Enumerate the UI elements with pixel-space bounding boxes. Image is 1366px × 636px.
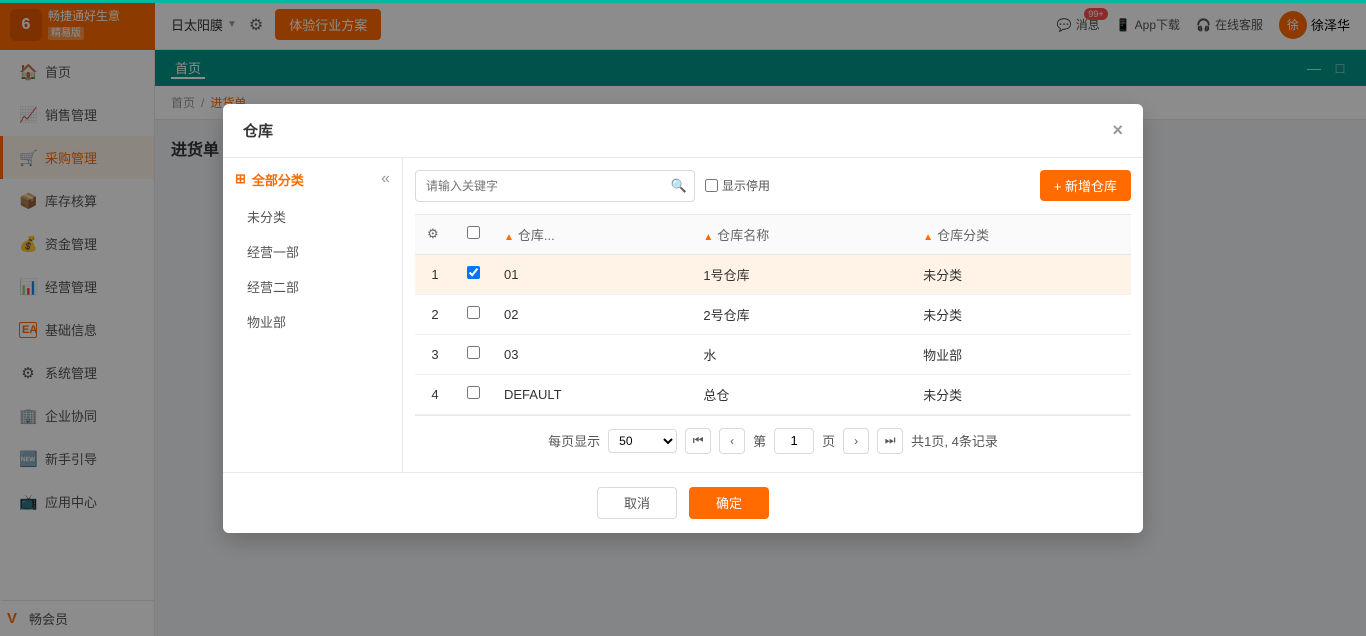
next-page-button[interactable]: › (843, 428, 869, 454)
table-panel: 🔍 显示停用 + 新增仓库 ⚙ (403, 158, 1143, 472)
category-item-unclassified[interactable]: 未分类 (223, 199, 402, 234)
row-check[interactable] (467, 386, 480, 399)
first-page-button[interactable]: ⏮ (685, 428, 711, 454)
modal-body: ⊞ 全部分类 « 未分类 经营一部 经营二部 物业部 🔍 (223, 158, 1143, 472)
category-all-label: 全部分类 (252, 170, 304, 189)
row-code: 03 (492, 334, 691, 374)
table-row[interactable]: 1 01 1号仓库 未分类 (415, 254, 1131, 294)
table-row[interactable]: 2 02 2号仓库 未分类 (415, 294, 1131, 334)
modal-footer: 取消 确定 (223, 472, 1143, 533)
table-scroll-area: ⚙ ▲仓库... ▲仓库名称 (415, 214, 1131, 415)
last-page-button[interactable]: ⏭ (877, 428, 903, 454)
modal-header: 仓库 × (223, 104, 1143, 158)
category-all-item[interactable]: ⊞ 全部分类 (235, 170, 304, 189)
page-unit: 页 (822, 431, 835, 450)
table-row[interactable]: 3 03 水 物业部 (415, 334, 1131, 374)
row-index: 3 (415, 334, 455, 374)
row-check[interactable] (467, 266, 480, 279)
prev-page-button[interactable]: ‹ (719, 428, 745, 454)
page-label: 第 (753, 431, 766, 450)
search-wrap: 🔍 (415, 170, 695, 202)
select-all-checkbox[interactable] (467, 226, 480, 239)
collapse-icon[interactable]: « (381, 170, 390, 188)
row-index: 2 (415, 294, 455, 334)
category-item-ops1[interactable]: 经营一部 (223, 234, 402, 269)
row-index: 1 (415, 254, 455, 294)
sort-icon: ▲ (504, 232, 514, 243)
th-code: ▲仓库... (492, 214, 691, 254)
pagination-bar: 每页显示 50 10 20 100 ⏮ ‹ 第 页 › ⏭ 共1页, 4条记录 (415, 415, 1131, 460)
th-name: ▲仓库名称 (691, 214, 911, 254)
row-code: DEFAULT (492, 374, 691, 414)
row-checkbox[interactable] (455, 334, 492, 374)
warehouse-table: ⚙ ▲仓库... ▲仓库名称 (415, 214, 1131, 415)
sort-icon-cat: ▲ (923, 232, 933, 243)
per-page-label: 每页显示 (548, 431, 600, 450)
show-disabled-label[interactable]: 显示停用 (705, 177, 770, 194)
search-icon[interactable]: 🔍 (671, 178, 687, 194)
sort-icon-name: ▲ (703, 232, 713, 243)
grid-icon: ⊞ (235, 171, 246, 187)
row-category: 未分类 (911, 294, 1131, 334)
row-category: 物业部 (911, 334, 1131, 374)
show-disabled-checkbox[interactable] (705, 179, 718, 192)
close-icon[interactable]: × (1112, 121, 1123, 139)
row-code: 01 (492, 254, 691, 294)
page-number-input[interactable] (774, 428, 814, 454)
row-name: 水 (691, 334, 911, 374)
row-name: 2号仓库 (691, 294, 911, 334)
cancel-button[interactable]: 取消 (597, 487, 677, 519)
category-item-ops2[interactable]: 经营二部 (223, 269, 402, 304)
add-warehouse-button[interactable]: + 新增仓库 (1040, 170, 1131, 201)
row-checkbox[interactable] (455, 294, 492, 334)
row-category: 未分类 (911, 254, 1131, 294)
confirm-button[interactable]: 确定 (689, 487, 769, 519)
row-check[interactable] (467, 306, 480, 319)
row-index: 4 (415, 374, 455, 414)
total-info: 共1页, 4条记录 (911, 431, 998, 450)
table-row[interactable]: 4 DEFAULT 总仓 未分类 (415, 374, 1131, 414)
row-name: 总仓 (691, 374, 911, 414)
modal-title: 仓库 (243, 120, 273, 141)
th-settings: ⚙ (415, 214, 455, 254)
row-name: 1号仓库 (691, 254, 911, 294)
row-check[interactable] (467, 346, 480, 359)
search-input[interactable] (415, 170, 695, 202)
modal-overlay[interactable]: 仓库 × ⊞ 全部分类 « 未分类 经营一部 经营二部 物业部 (0, 0, 1366, 636)
category-item-property[interactable]: 物业部 (223, 304, 402, 339)
th-category: ▲仓库分类 (911, 214, 1131, 254)
row-checkbox[interactable] (455, 254, 492, 294)
category-header: ⊞ 全部分类 « (223, 170, 402, 199)
table-toolbar: 🔍 显示停用 + 新增仓库 (415, 170, 1131, 202)
th-checkbox (455, 214, 492, 254)
show-disabled-text: 显示停用 (722, 177, 770, 194)
row-code: 02 (492, 294, 691, 334)
warehouse-modal: 仓库 × ⊞ 全部分类 « 未分类 经营一部 经营二部 物业部 (223, 104, 1143, 533)
row-category: 未分类 (911, 374, 1131, 414)
row-checkbox[interactable] (455, 374, 492, 414)
category-panel: ⊞ 全部分类 « 未分类 经营一部 经营二部 物业部 (223, 158, 403, 472)
per-page-select[interactable]: 50 10 20 100 (608, 429, 677, 453)
